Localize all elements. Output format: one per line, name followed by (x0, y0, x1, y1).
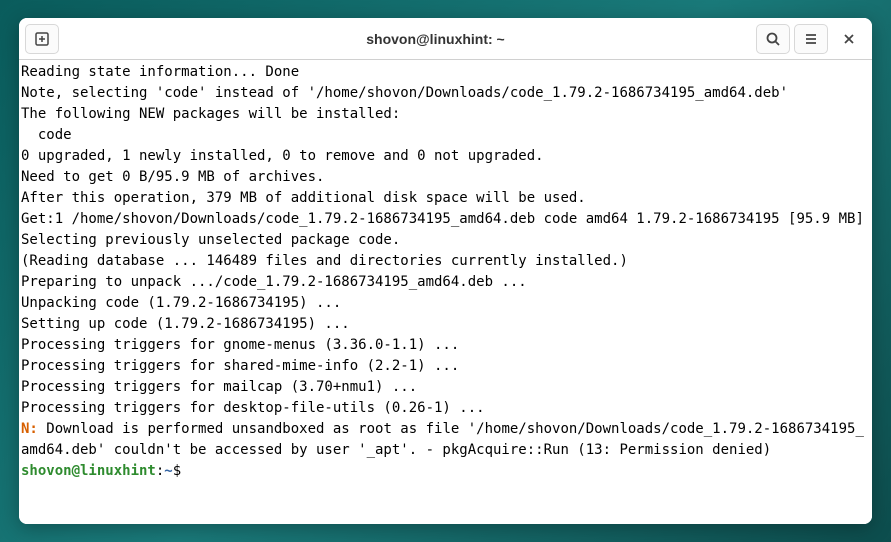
output-line: After this operation, 379 MB of addition… (21, 188, 870, 209)
prompt-line: shovon@linuxhint:~$ (21, 461, 870, 482)
close-icon (841, 31, 857, 47)
new-tab-button[interactable] (25, 24, 59, 54)
prompt-symbol: $ (173, 463, 190, 479)
titlebar-left (25, 24, 145, 54)
search-icon (765, 31, 781, 47)
hamburger-icon (803, 31, 819, 47)
output-line: Reading state information... Done (21, 62, 870, 83)
notice-prefix: N: (21, 421, 46, 437)
output-line: 0 upgraded, 1 newly installed, 0 to remo… (21, 146, 870, 167)
output-line: code (21, 125, 870, 146)
output-line: Need to get 0 B/95.9 MB of archives. (21, 167, 870, 188)
plus-box-icon (34, 31, 50, 47)
output-line: Processing triggers for mailcap (3.70+nm… (21, 377, 870, 398)
notice-text: Download is performed unsandboxed as roo… (21, 421, 864, 458)
terminal-window: shovon@linuxhint: ~ (19, 18, 872, 524)
output-line: Setting up code (1.79.2-1686734195) ... (21, 314, 870, 335)
output-line: The following NEW packages will be insta… (21, 104, 870, 125)
titlebar-right (726, 24, 866, 54)
prompt-path: ~ (164, 463, 172, 479)
output-line: Preparing to unpack .../code_1.79.2-1686… (21, 272, 870, 293)
output-line: (Reading database ... 146489 files and d… (21, 251, 870, 272)
output-line: Selecting previously unselected package … (21, 230, 870, 251)
terminal-output[interactable]: Reading state information... DoneNote, s… (19, 60, 872, 524)
menu-button[interactable] (794, 24, 828, 54)
window-title: shovon@linuxhint: ~ (145, 31, 726, 47)
output-line: Processing triggers for shared-mime-info… (21, 356, 870, 377)
cursor (190, 463, 198, 479)
titlebar: shovon@linuxhint: ~ (19, 18, 872, 60)
output-line: Get:1 /home/shovon/Downloads/code_1.79.2… (21, 209, 870, 230)
notice-line: N: Download is performed unsandboxed as … (21, 419, 870, 461)
output-line: Note, selecting 'code' instead of '/home… (21, 83, 870, 104)
output-line: Processing triggers for desktop-file-uti… (21, 398, 870, 419)
close-button[interactable] (832, 24, 866, 54)
prompt-user-host: shovon@linuxhint (21, 463, 156, 479)
search-button[interactable] (756, 24, 790, 54)
output-line: Processing triggers for gnome-menus (3.3… (21, 335, 870, 356)
output-line: Unpacking code (1.79.2-1686734195) ... (21, 293, 870, 314)
